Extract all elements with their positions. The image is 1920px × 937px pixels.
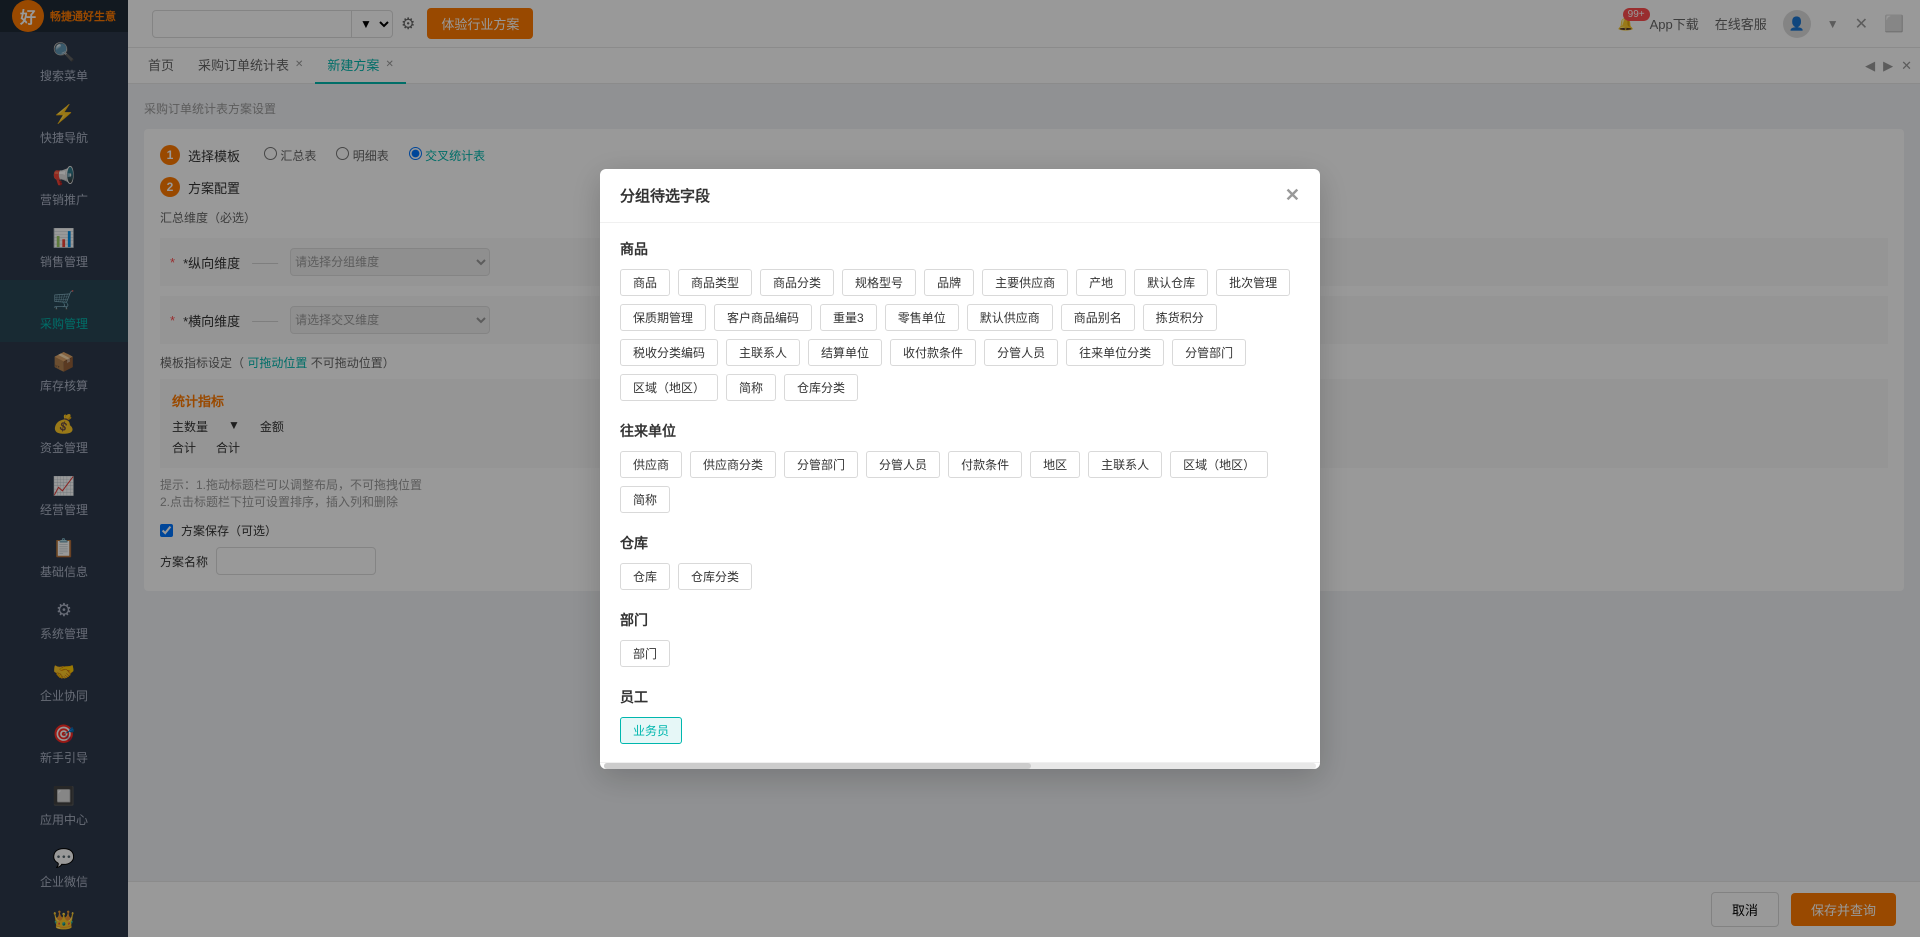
- field-tag[interactable]: 结算单位: [808, 339, 882, 366]
- modal-hscrollbar[interactable]: [600, 762, 1320, 769]
- modal-overlay: 分组待选字段 ✕ 商品 商品 商品类型 商品分类 规格型号 品牌 主要供应商 产…: [0, 0, 1920, 937]
- field-tag[interactable]: 部门: [620, 640, 670, 667]
- field-tag[interactable]: 商品类型: [678, 269, 752, 296]
- field-tag[interactable]: 区域（地区）: [1170, 451, 1268, 478]
- field-tag[interactable]: 规格型号: [842, 269, 916, 296]
- hscroll-track: [604, 763, 1316, 769]
- modal-body: 商品 商品 商品类型 商品分类 规格型号 品牌 主要供应商 产地 默认仓库 批次…: [600, 223, 1320, 762]
- field-group-partner: 往来单位 供应商 供应商分类 分管部门 分管人员 付款条件 地区 主联系人 区域…: [620, 421, 1300, 513]
- field-tag[interactable]: 客户商品编码: [714, 304, 812, 331]
- department-field-tags: 部门: [620, 640, 1300, 667]
- field-tag[interactable]: 仓库: [620, 563, 670, 590]
- department-group-title: 部门: [620, 610, 1300, 630]
- warehouse-field-tags: 仓库 仓库分类: [620, 563, 1300, 590]
- staff-field-tags: 业务员: [620, 717, 1300, 744]
- field-tag[interactable]: 分管人员: [866, 451, 940, 478]
- modal-close-btn[interactable]: ✕: [1285, 185, 1300, 206]
- partner-group-title: 往来单位: [620, 421, 1300, 441]
- field-tag[interactable]: 批次管理: [1216, 269, 1290, 296]
- field-tag[interactable]: 简称: [726, 374, 776, 401]
- field-tag[interactable]: 主要供应商: [982, 269, 1068, 296]
- field-tag[interactable]: 供应商: [620, 451, 682, 478]
- field-tag[interactable]: 保质期管理: [620, 304, 706, 331]
- field-tag[interactable]: 仓库分类: [678, 563, 752, 590]
- field-tag[interactable]: 收付款条件: [890, 339, 976, 366]
- field-tag[interactable]: 税收分类编码: [620, 339, 718, 366]
- modal-header: 分组待选字段 ✕: [600, 169, 1320, 223]
- field-tag[interactable]: 仓库分类: [784, 374, 858, 401]
- field-group-goods: 商品 商品 商品类型 商品分类 规格型号 品牌 主要供应商 产地 默认仓库 批次…: [620, 239, 1300, 401]
- goods-field-tags: 商品 商品类型 商品分类 规格型号 品牌 主要供应商 产地 默认仓库 批次管理 …: [620, 269, 1300, 401]
- field-tag[interactable]: 拣货积分: [1143, 304, 1217, 331]
- field-tag[interactable]: 商品别名: [1061, 304, 1135, 331]
- field-tag[interactable]: 往来单位分类: [1066, 339, 1164, 366]
- field-tag[interactable]: 付款条件: [948, 451, 1022, 478]
- field-tag[interactable]: 默认供应商: [967, 304, 1053, 331]
- warehouse-group-title: 仓库: [620, 533, 1300, 553]
- hscroll-thumb: [604, 763, 1031, 769]
- field-tag[interactable]: 默认仓库: [1134, 269, 1208, 296]
- goods-group-title: 商品: [620, 239, 1300, 259]
- field-selection-modal: 分组待选字段 ✕ 商品 商品 商品类型 商品分类 规格型号 品牌 主要供应商 产…: [600, 169, 1320, 769]
- staff-group-title: 员工: [620, 687, 1300, 707]
- field-tag[interactable]: 商品分类: [760, 269, 834, 296]
- field-tag[interactable]: 简称: [620, 486, 670, 513]
- field-tag-staff-sales[interactable]: 业务员: [620, 717, 682, 744]
- field-tag[interactable]: 分管部门: [784, 451, 858, 478]
- partner-field-tags: 供应商 供应商分类 分管部门 分管人员 付款条件 地区 主联系人 区域（地区） …: [620, 451, 1300, 513]
- field-tag[interactable]: 主联系人: [1088, 451, 1162, 478]
- field-tag[interactable]: 零售单位: [885, 304, 959, 331]
- field-tag[interactable]: 分管部门: [1172, 339, 1246, 366]
- field-group-warehouse: 仓库 仓库 仓库分类: [620, 533, 1300, 590]
- modal-title: 分组待选字段: [620, 185, 710, 206]
- field-tag[interactable]: 品牌: [924, 269, 974, 296]
- field-tag[interactable]: 产地: [1076, 269, 1126, 296]
- field-tag[interactable]: 重量3: [820, 304, 877, 331]
- field-tag[interactable]: 主联系人: [726, 339, 800, 366]
- field-tag[interactable]: 地区: [1030, 451, 1080, 478]
- field-tag[interactable]: 区域（地区）: [620, 374, 718, 401]
- field-tag[interactable]: 商品: [620, 269, 670, 296]
- field-group-staff: 员工 业务员: [620, 687, 1300, 744]
- field-group-department: 部门 部门: [620, 610, 1300, 667]
- field-tag[interactable]: 供应商分类: [690, 451, 776, 478]
- field-tag[interactable]: 分管人员: [984, 339, 1058, 366]
